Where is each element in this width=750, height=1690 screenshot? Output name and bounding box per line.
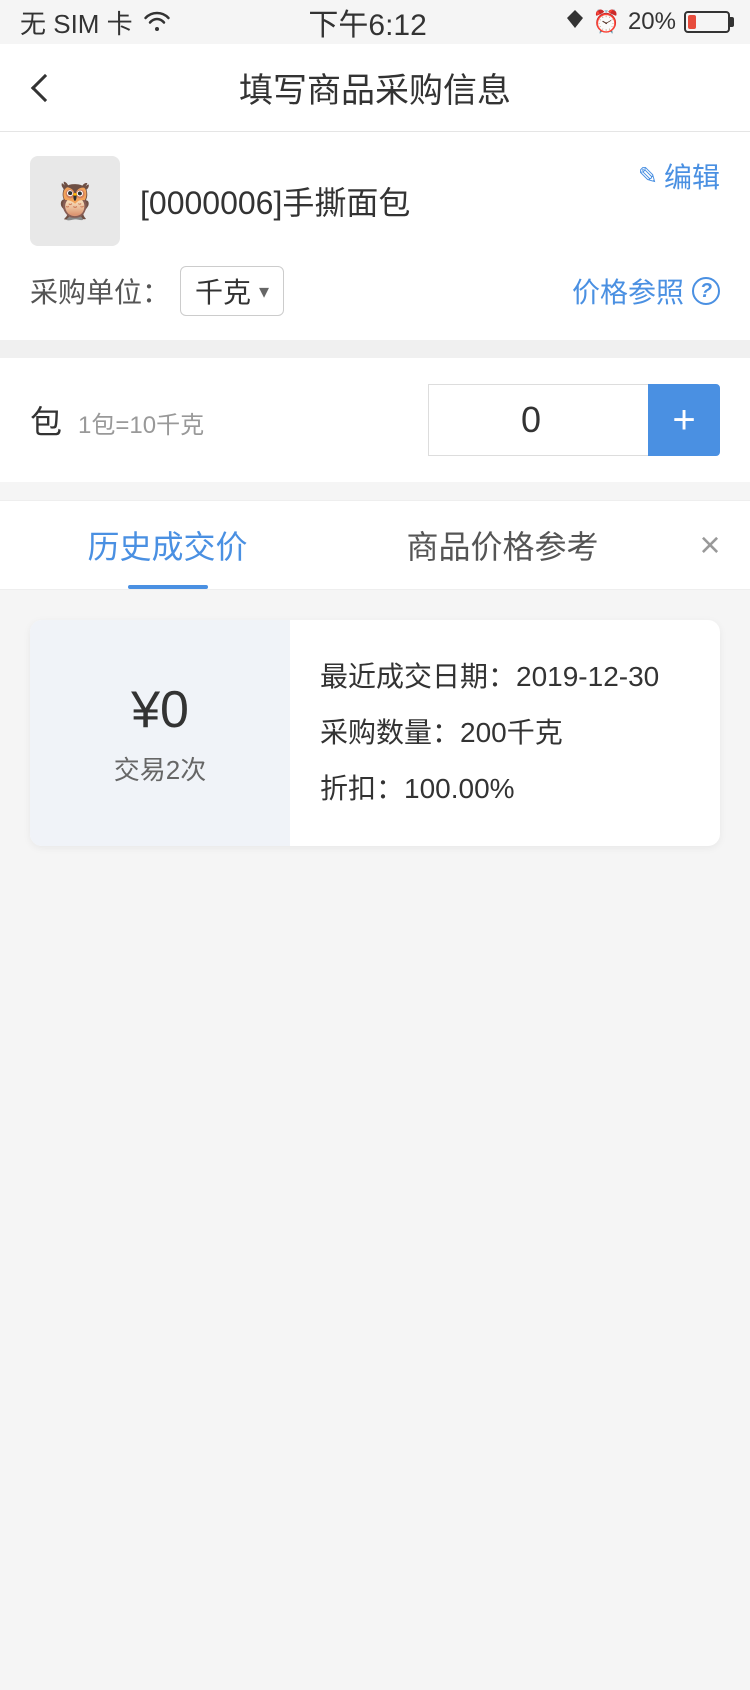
status-right: ⏰ 20% bbox=[565, 8, 730, 37]
tabs-section: 历史成交价 商品价格参考 × ¥0 交易2次 最近成交日期：2019-12-30… bbox=[0, 500, 750, 1090]
tabs-header: 历史成交价 商品价格参考 × bbox=[0, 501, 750, 590]
purchase-qty-row: 采购数量：200千克 bbox=[320, 712, 690, 754]
status-left: 无 SIM 卡 bbox=[20, 4, 171, 41]
location-icon bbox=[565, 8, 585, 37]
edit-icon: ✎ bbox=[638, 162, 658, 191]
history-price-card: ¥0 交易2次 最近成交日期：2019-12-30 采购数量：200千克 折扣：… bbox=[30, 620, 720, 846]
purchase-qty-label: 采购数量： bbox=[320, 717, 460, 748]
unit-label: 采购单位： bbox=[30, 271, 170, 311]
product-thumbnail-icon: 🦉 bbox=[53, 180, 98, 222]
unit-selector-group: 采购单位： 千克 ▾ bbox=[30, 266, 284, 316]
status-time: 下午6:12 bbox=[308, 0, 426, 44]
price-count: 交易2次 bbox=[114, 750, 206, 787]
price-ref-label: 价格参照 bbox=[572, 271, 684, 311]
content-area: ¥0 交易2次 最近成交日期：2019-12-30 采购数量：200千克 折扣：… bbox=[0, 590, 750, 1090]
discount-label: 折扣： bbox=[320, 773, 404, 804]
close-icon: × bbox=[699, 524, 720, 566]
recent-date-row: 最近成交日期：2019-12-30 bbox=[320, 656, 690, 698]
back-button[interactable] bbox=[0, 44, 80, 132]
edit-label: 编辑 bbox=[664, 156, 720, 196]
product-unit-row: 采购单位： 千克 ▾ 价格参照 ? bbox=[30, 266, 720, 316]
product-section: 🦉 [0000006]手撕面包 ✎ 编辑 采购单位： 千克 ▾ 价格参照 ? bbox=[0, 132, 750, 340]
discount-value: 100.00% bbox=[404, 773, 515, 804]
quantity-unit: 包 bbox=[30, 397, 62, 443]
price-ref-button[interactable]: 价格参照 ? bbox=[572, 271, 720, 311]
page-title: 填写商品采购信息 bbox=[239, 63, 511, 112]
product-image: 🦉 bbox=[30, 156, 120, 246]
unit-value: 千克 bbox=[195, 271, 251, 311]
battery-icon bbox=[684, 11, 730, 33]
product-left: 🦉 [0000006]手撕面包 bbox=[30, 156, 410, 246]
status-bar: 无 SIM 卡 下午6:12 ⏰ 20% bbox=[0, 0, 750, 44]
wifi-icon bbox=[143, 7, 171, 38]
tab-price-ref-label: 商品价格参考 bbox=[406, 522, 598, 568]
quantity-plus-button[interactable]: + bbox=[648, 384, 720, 456]
info-icon: ? bbox=[692, 277, 720, 305]
tab-history-price[interactable]: 历史成交价 bbox=[0, 501, 335, 589]
quantity-conversion: 1包=10千克 bbox=[78, 405, 204, 440]
chevron-down-icon: ▾ bbox=[259, 279, 269, 304]
quantity-section: 包 1包=10千克 + bbox=[0, 358, 750, 482]
quantity-label: 包 1包=10千克 bbox=[30, 397, 204, 443]
product-name: [0000006]手撕面包 bbox=[140, 178, 410, 224]
nav-bar: 填写商品采购信息 bbox=[0, 44, 750, 132]
quantity-input[interactable] bbox=[428, 384, 648, 456]
unit-select-button[interactable]: 千克 ▾ bbox=[180, 266, 284, 316]
tab-active-underline bbox=[128, 585, 208, 589]
price-amount: ¥0 bbox=[131, 680, 189, 740]
battery-percent: 20% bbox=[628, 8, 676, 36]
purchase-qty-value: 200千克 bbox=[460, 717, 563, 748]
recent-date-value: 2019-12-30 bbox=[516, 661, 659, 692]
tab-close-button[interactable]: × bbox=[670, 501, 750, 589]
product-header: 🦉 [0000006]手撕面包 ✎ 编辑 bbox=[30, 156, 720, 246]
bottom-area bbox=[0, 1090, 750, 1690]
alarm-icon: ⏰ bbox=[593, 9, 620, 35]
battery-fill bbox=[688, 15, 696, 29]
price-card-left: ¥0 交易2次 bbox=[30, 620, 290, 846]
quantity-control: + bbox=[428, 384, 720, 456]
discount-row: 折扣：100.00% bbox=[320, 768, 690, 810]
carrier-label: 无 SIM 卡 bbox=[20, 4, 133, 41]
tab-history-label: 历史成交价 bbox=[87, 522, 247, 568]
recent-date-label: 最近成交日期： bbox=[320, 661, 516, 692]
price-card-right: 最近成交日期：2019-12-30 采购数量：200千克 折扣：100.00% bbox=[290, 620, 720, 846]
back-arrow-icon bbox=[31, 73, 59, 101]
section-divider bbox=[0, 340, 750, 358]
tab-price-ref[interactable]: 商品价格参考 bbox=[335, 501, 670, 589]
edit-button[interactable]: ✎ 编辑 bbox=[638, 156, 720, 196]
